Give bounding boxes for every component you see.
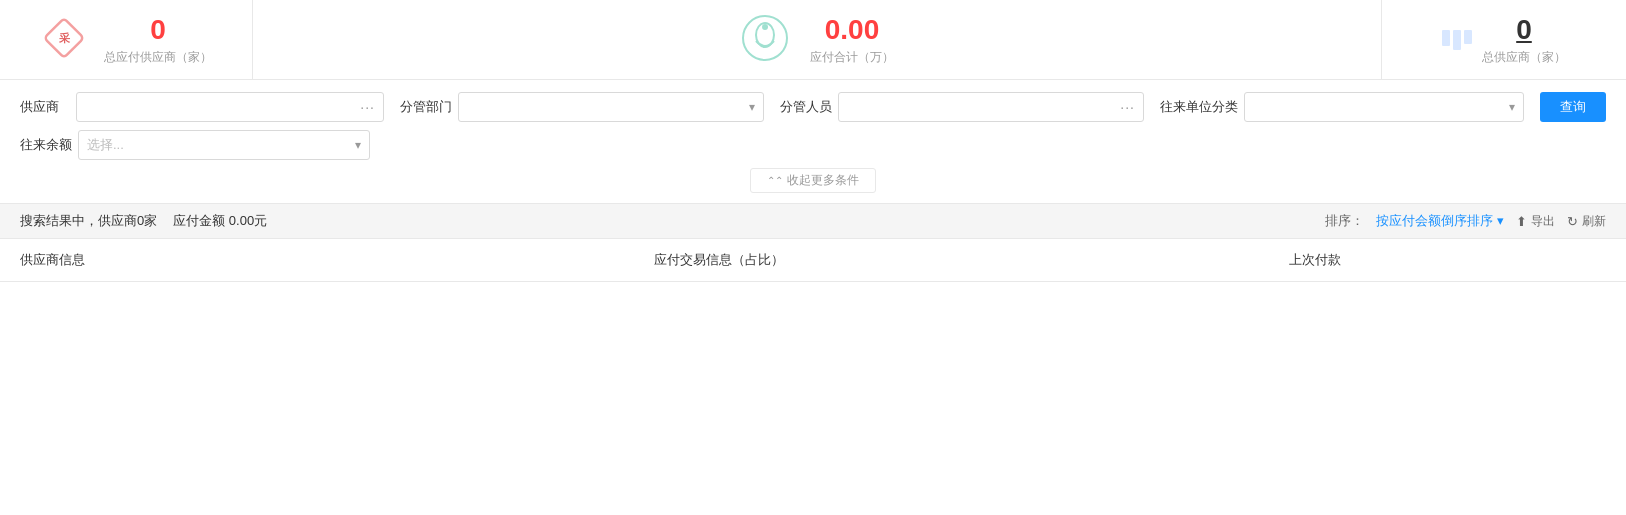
sort-label: 排序： (1325, 212, 1364, 230)
filter-row-1: 供应商 ··· 分管部门 ▾ 分管人员 ··· 往来单位分类 (20, 92, 1606, 122)
collapse-button[interactable]: ⌃⌃ 收起更多条件 (750, 168, 876, 193)
refresh-button[interactable]: ↻ 刷新 (1567, 213, 1606, 230)
payable-suppliers-count: 0 (150, 13, 166, 47)
sort-chevron-icon: ▾ (1497, 213, 1504, 228)
collapse-label: 收起更多条件 (787, 172, 859, 189)
col-supplier-header: 供应商信息 (20, 251, 654, 269)
payable-suppliers-label: 总应付供应商（家） (104, 49, 212, 66)
unit-label: 往来单位分类 (1160, 98, 1238, 116)
refresh-icon: ↻ (1567, 214, 1578, 229)
total-suppliers-stat: 0 总供应商（家） (1442, 13, 1566, 66)
search-result-text: 搜索结果中，供应商0家 (20, 212, 157, 230)
filter-balance: 往来余额 选择... ▾ (20, 130, 370, 160)
unit-select[interactable]: ▾ (1244, 92, 1524, 122)
result-right: 排序： 按应付会额倒序排序 ▾ ⬆ 导出 ↻ 刷新 (1325, 212, 1606, 230)
query-button[interactable]: 查询 (1540, 92, 1606, 122)
filter-unit: 往来单位分类 ▾ (1160, 92, 1524, 122)
diamond-icon: 采 (40, 14, 88, 62)
result-bar: 搜索结果中，供应商0家 应付金额 0.00元 排序： 按应付会额倒序排序 ▾ ⬆… (0, 204, 1626, 239)
balance-placeholder: 选择... (87, 136, 124, 154)
balance-select[interactable]: 选择... ▾ (78, 130, 370, 160)
collapse-up-icon: ⌃⌃ (767, 175, 783, 186)
svg-text:采: 采 (59, 32, 71, 44)
sort-value-text: 按应付会额倒序排序 (1376, 213, 1493, 228)
payable-total-count: 0.00 (825, 13, 880, 47)
filter-bar: 供应商 ··· 分管部门 ▾ 分管人员 ··· 往来单位分类 (0, 80, 1626, 204)
payable-total-label: 应付合计（万） (810, 49, 894, 66)
col-lastpay-header: 上次付款 (1289, 251, 1606, 269)
table-header: 供应商信息 应付交易信息（占比） 上次付款 (0, 239, 1626, 282)
logo-area: 采 (40, 14, 88, 65)
stat-section-payable-total: 0.00 应付合计（万） (253, 0, 1382, 79)
department-chevron-icon: ▾ (749, 100, 755, 114)
payable-amount-text: 应付金额 0.00元 (173, 212, 267, 230)
person-dots-icon[interactable]: ··· (1120, 99, 1135, 115)
export-button[interactable]: ⬆ 导出 (1516, 213, 1555, 230)
balance-label: 往来余额 (20, 136, 72, 154)
collapse-row: ⌃⌃ 收起更多条件 (20, 168, 1606, 193)
export-label: 导出 (1531, 213, 1555, 230)
payable-suppliers-stat: 0 总应付供应商（家） (104, 13, 212, 66)
person-input[interactable]: ··· (838, 92, 1144, 122)
refresh-label: 刷新 (1582, 213, 1606, 230)
total-suppliers-count: 0 (1516, 13, 1532, 47)
person-label: 分管人员 (780, 98, 832, 116)
table-body (0, 282, 1626, 515)
supplier-icon (1442, 30, 1472, 50)
filter-person: 分管人员 ··· (780, 92, 1144, 122)
result-left: 搜索结果中，供应商0家 应付金额 0.00元 (20, 212, 267, 230)
total-suppliers-label: 总供应商（家） (1482, 49, 1566, 66)
department-select[interactable]: ▾ (458, 92, 764, 122)
export-icon: ⬆ (1516, 214, 1527, 229)
col-payable-header: 应付交易信息（占比） (654, 251, 1288, 269)
supplier-dots-icon[interactable]: ··· (360, 99, 375, 115)
balance-chevron-icon: ▾ (355, 138, 361, 152)
supplier-label: 供应商 (20, 98, 70, 116)
stat-section-total-suppliers: 快速录单的快捷键说明在这里 × 0 总供应商（家） (1382, 0, 1626, 79)
total-suppliers-text: 0 总供应商（家） (1482, 13, 1566, 66)
total-suppliers-row: 0 总供应商（家） (1442, 13, 1566, 66)
stat-section-payable-suppliers: 采 0 总应付供应商（家） (0, 0, 253, 79)
department-label: 分管部门 (400, 98, 452, 116)
mint-icon-area (740, 13, 790, 66)
unit-chevron-icon: ▾ (1509, 100, 1515, 114)
svg-point-4 (762, 24, 768, 30)
filter-department: 分管部门 ▾ (400, 92, 764, 122)
mint-bean-icon (740, 13, 790, 63)
stats-bar: 采 0 总应付供应商（家） 0.00 应付合计（万） 快速录单的快捷 (0, 0, 1626, 80)
sort-value[interactable]: 按应付会额倒序排序 ▾ (1376, 212, 1504, 230)
filter-row-2: 往来余额 选择... ▾ (20, 130, 370, 160)
payable-total-stat: 0.00 应付合计（万） (810, 13, 894, 66)
filter-supplier: 供应商 ··· (20, 92, 384, 122)
supplier-input[interactable]: ··· (76, 92, 384, 122)
